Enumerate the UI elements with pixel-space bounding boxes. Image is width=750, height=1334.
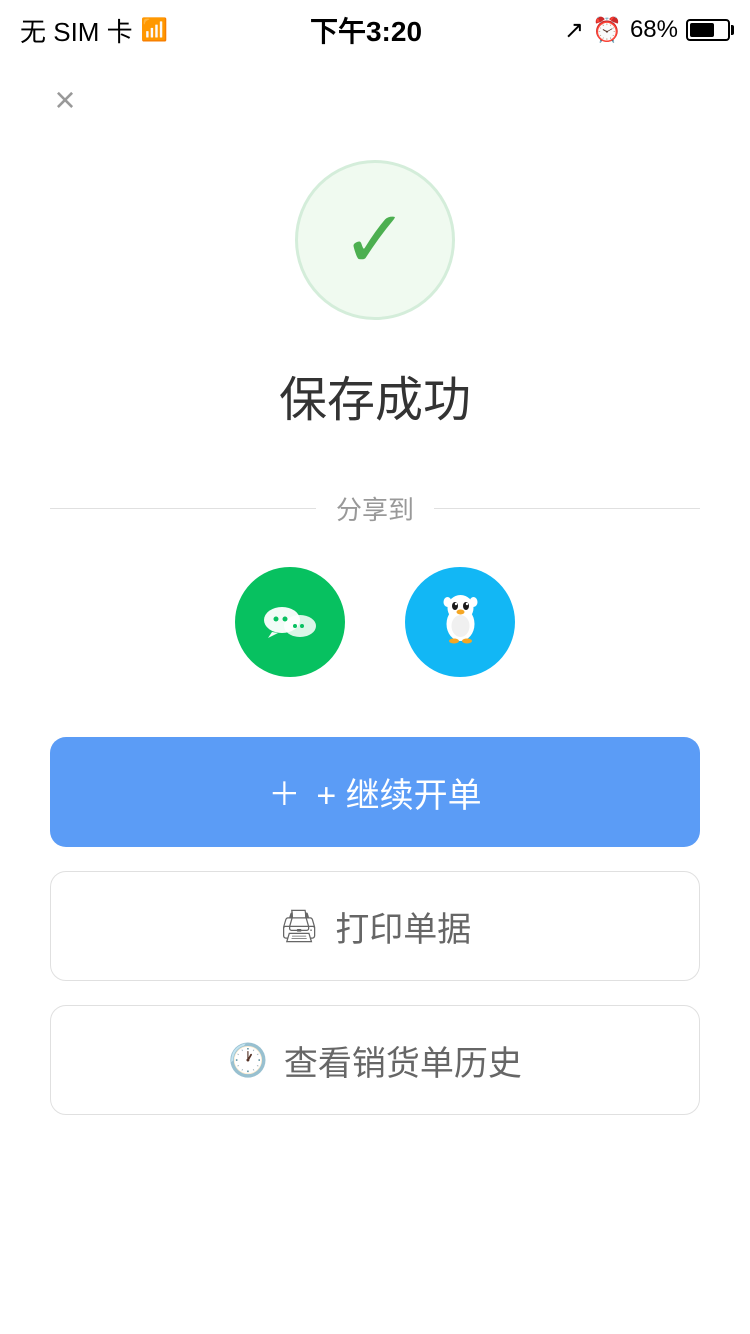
share-icons-row	[235, 567, 515, 677]
status-bar: 无 SIM 卡 📶 下午3:20 ↗ ⏰ 68%	[0, 0, 750, 60]
wechat-share-button[interactable]	[235, 567, 345, 677]
continue-order-button[interactable]: ＋ + 继续开单	[50, 737, 700, 847]
checkmark-icon: ✓	[341, 200, 408, 280]
history-button[interactable]: 🕐 查看销货单历史	[50, 1005, 700, 1115]
close-button[interactable]: ×	[40, 75, 90, 125]
action-buttons: ＋ + 继续开单 🖨 打印单据 🕐 查看销货单历史	[50, 737, 700, 1115]
qq-icon	[428, 590, 493, 655]
print-button[interactable]: 🖨 打印单据	[50, 871, 700, 981]
battery-icon	[686, 19, 730, 41]
qq-share-button[interactable]	[405, 567, 515, 677]
status-left: 无 SIM 卡 📶	[20, 12, 168, 49]
history-icon: 🕐	[228, 1041, 268, 1079]
status-time: 下午3:20	[310, 10, 422, 50]
wifi-icon: 📶	[141, 17, 168, 43]
success-circle: ✓	[295, 160, 455, 320]
success-title: 保存成功	[279, 360, 471, 430]
print-icon: 🖨	[279, 907, 320, 945]
divider-left	[50, 508, 316, 509]
share-label: 分享到	[336, 490, 414, 527]
alarm-icon: ⏰	[592, 16, 622, 45]
location-icon: ↗	[564, 16, 584, 45]
divider-right	[434, 508, 700, 509]
continue-order-label: + 继续开单	[316, 768, 481, 817]
history-label: 查看销货单历史	[284, 1036, 522, 1085]
wechat-icon	[258, 590, 323, 655]
status-right: ↗ ⏰ 68%	[564, 16, 730, 45]
main-content: ✓ 保存成功 分享到	[0, 60, 750, 1155]
battery-percent: 68%	[630, 16, 678, 44]
no-sim-label: 无 SIM 卡	[20, 12, 133, 49]
share-section: 分享到	[50, 490, 700, 677]
print-label: 打印单据	[335, 902, 471, 951]
divider-row: 分享到	[50, 490, 700, 527]
plus-icon: ＋	[268, 769, 300, 815]
close-icon: ×	[54, 82, 75, 118]
